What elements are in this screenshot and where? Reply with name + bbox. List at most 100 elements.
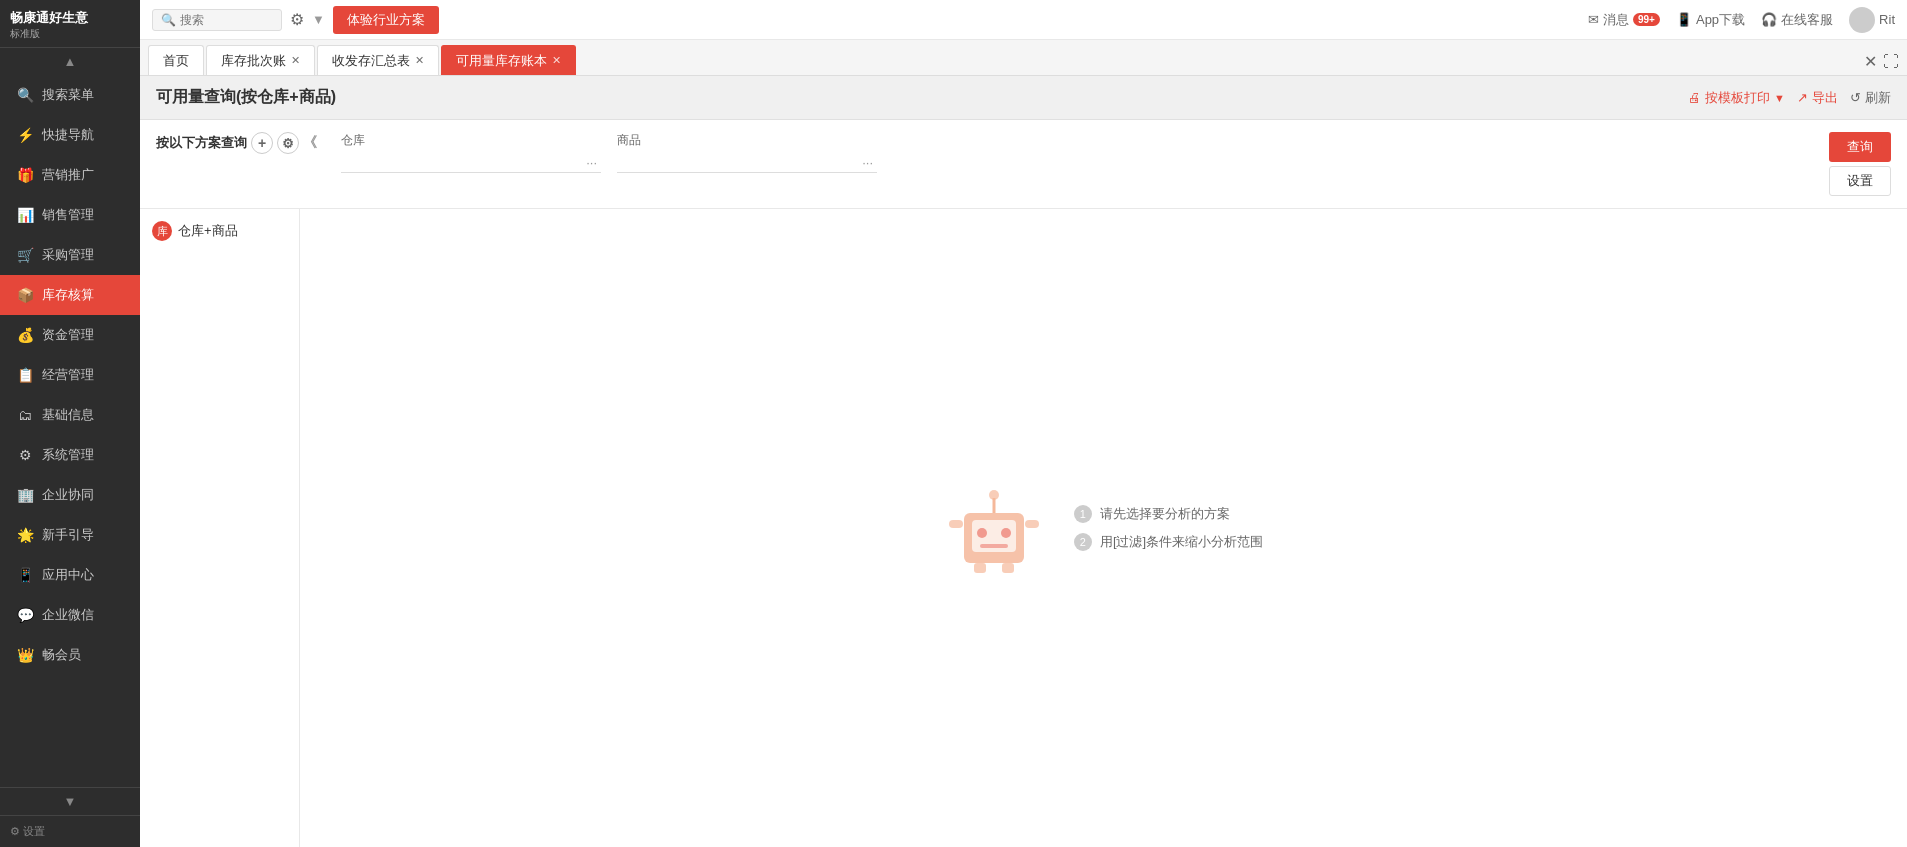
sidebar: 畅康通好生意 标准版 ▲ 🔍 搜索菜单 ⚡ 快捷导航 🎁 营销推广 📊 销售管理… [0, 0, 140, 847]
sidebar-item-basic[interactable]: 🗂 基础信息 [0, 395, 140, 435]
product-input[interactable] [617, 151, 877, 173]
sidebar-footer[interactable]: ⚙ 设置 [0, 815, 140, 847]
chat-icon: 💬 [16, 606, 34, 624]
settings-btn[interactable]: 设置 [1829, 166, 1891, 196]
folder-icon: 🗂 [16, 406, 34, 424]
sidebar-item-label: 快捷导航 [42, 126, 94, 144]
sidebar-item-appcenter[interactable]: 📱 应用中心 [0, 555, 140, 595]
topbar-dropdown-icon[interactable]: ▼ [312, 12, 325, 27]
refresh-icon: ↺ [1850, 90, 1861, 105]
query-row: 按以下方案查询 + ⚙ 《 仓库 ··· 商品 ··· [156, 132, 1891, 196]
sidebar-item-label: 企业微信 [42, 606, 94, 624]
chart-icon: 📊 [16, 206, 34, 224]
sidebar-item-label: 销售管理 [42, 206, 94, 224]
sidebar-scroll-up[interactable]: ▲ [0, 48, 140, 75]
tab-batch[interactable]: 库存批次账 ✕ [206, 45, 315, 75]
sidebar-item-operation[interactable]: 📋 经营管理 [0, 355, 140, 395]
product-label: 商品 [617, 132, 877, 149]
empty-state: 1 请先选择要分析的方案 2 用[过滤]条件来缩小分析范围 [944, 478, 1263, 578]
sidebar-item-shortcut[interactable]: ⚡ 快捷导航 [0, 115, 140, 155]
tab-expand-btn[interactable]: ⛶ [1883, 53, 1899, 71]
export-label: 导出 [1812, 89, 1838, 107]
online-service-label: 在线客服 [1781, 11, 1833, 29]
tab-available[interactable]: 可用量库存账本 ✕ [441, 45, 576, 75]
sidebar-item-label: 系统管理 [42, 446, 94, 464]
sidebar-item-purchase[interactable]: 🛒 采购管理 [0, 235, 140, 275]
sidebar-scroll-down[interactable]: ▼ [0, 787, 140, 815]
svg-rect-8 [1025, 520, 1039, 528]
sidebar-item-enterprise[interactable]: 🏢 企业协同 [0, 475, 140, 515]
topbar-search-input[interactable] [180, 13, 270, 27]
shortcut-icon: ⚡ [16, 126, 34, 144]
warehouse-label: 仓库 [341, 132, 601, 149]
warehouse-filter: 仓库 ··· [341, 132, 601, 173]
tip-num-2: 2 [1074, 533, 1092, 551]
tab-home-label: 首页 [163, 52, 189, 70]
warehouse-input[interactable] [341, 151, 601, 173]
app-download-btn[interactable]: 📱 App下载 [1676, 11, 1745, 29]
print-btn[interactable]: 🖨 按模板打印 ▼ [1688, 89, 1785, 107]
collapse-btn[interactable]: 《 [303, 134, 317, 152]
sidebar-item-inventory[interactable]: 📦 库存核算 [0, 275, 140, 315]
tip-item-1: 1 请先选择要分析的方案 [1074, 505, 1263, 523]
star-icon: 🌟 [16, 526, 34, 544]
svg-rect-4 [980, 544, 1008, 548]
product-filter: 商品 ··· [617, 132, 877, 173]
sidebar-item-marketing[interactable]: 🎁 营销推广 [0, 155, 140, 195]
scheme-settings-btn[interactable]: ⚙ [277, 132, 299, 154]
refresh-btn[interactable]: ↺ 刷新 [1850, 89, 1891, 107]
tab-summary-close[interactable]: ✕ [415, 54, 424, 67]
print-label: 按模板打印 [1705, 89, 1770, 107]
scheme-item-icon: 库 [152, 221, 172, 241]
tab-available-label: 可用量库存账本 [456, 52, 547, 70]
sidebar-item-guide[interactable]: 🌟 新手引导 [0, 515, 140, 555]
tab-available-close[interactable]: ✕ [552, 54, 561, 67]
svg-point-2 [977, 528, 987, 538]
svg-point-3 [1001, 528, 1011, 538]
export-btn[interactable]: ↗ 导出 [1797, 89, 1838, 107]
page-header: 可用量查询(按仓库+商品) 🖨 按模板打印 ▼ ↗ 导出 ↺ 刷新 [140, 76, 1907, 120]
phone-icon: 📱 [1676, 12, 1692, 27]
search-icon: 🔍 [161, 13, 176, 27]
sidebar-item-wechat[interactable]: 💬 企业微信 [0, 595, 140, 635]
warehouse-more-btn[interactable]: ··· [586, 155, 597, 170]
empty-tips: 1 请先选择要分析的方案 2 用[过滤]条件来缩小分析范围 [1074, 505, 1263, 551]
scheme-item[interactable]: 库 仓库+商品 [140, 213, 299, 249]
gear-icon: ⚙ [16, 446, 34, 464]
sidebar-item-system[interactable]: ⚙ 系统管理 [0, 435, 140, 475]
message-btn[interactable]: ✉ 消息 99+ [1588, 11, 1660, 29]
tip-text-1: 请先选择要分析的方案 [1100, 505, 1230, 523]
user-info[interactable]: Rit [1849, 7, 1895, 33]
logo-title: 畅康通好生意 [10, 10, 130, 27]
sidebar-item-label: 库存核算 [42, 286, 94, 304]
sidebar-item-label: 新手引导 [42, 526, 94, 544]
query-btn[interactable]: 查询 [1829, 132, 1891, 162]
sidebar-item-label: 应用中心 [42, 566, 94, 584]
headset-icon: 🎧 [1761, 12, 1777, 27]
product-more-btn[interactable]: ··· [862, 155, 873, 170]
online-service-btn[interactable]: 🎧 在线客服 [1761, 11, 1833, 29]
robot-svg [944, 478, 1044, 578]
sidebar-item-label: 畅会员 [42, 646, 81, 664]
tab-close-btn[interactable]: ✕ [1864, 52, 1877, 71]
scheme-panel: 库 仓库+商品 [140, 209, 300, 847]
svg-rect-7 [949, 520, 963, 528]
tab-batch-close[interactable]: ✕ [291, 54, 300, 67]
sidebar-item-search[interactable]: 🔍 搜索菜单 [0, 75, 140, 115]
svg-rect-5 [974, 563, 986, 573]
building-icon: 🏢 [16, 486, 34, 504]
tab-home[interactable]: 首页 [148, 45, 204, 75]
scheme-item-label: 仓库+商品 [178, 222, 238, 240]
sidebar-item-member[interactable]: 👑 畅会员 [0, 635, 140, 675]
trial-btn[interactable]: 体验行业方案 [333, 6, 439, 34]
topbar-gear-icon[interactable]: ⚙ [290, 10, 304, 29]
tip-num-1: 1 [1074, 505, 1092, 523]
sidebar-item-finance[interactable]: 💰 资金管理 [0, 315, 140, 355]
gift-icon: 🎁 [16, 166, 34, 184]
scheme-add-btn[interactable]: + [251, 132, 273, 154]
phone-icon: 📱 [16, 566, 34, 584]
tab-summary[interactable]: 收发存汇总表 ✕ [317, 45, 439, 75]
sidebar-item-sales[interactable]: 📊 销售管理 [0, 195, 140, 235]
tip-item-2: 2 用[过滤]条件来缩小分析范围 [1074, 533, 1263, 551]
export-icon: ↗ [1797, 90, 1808, 105]
